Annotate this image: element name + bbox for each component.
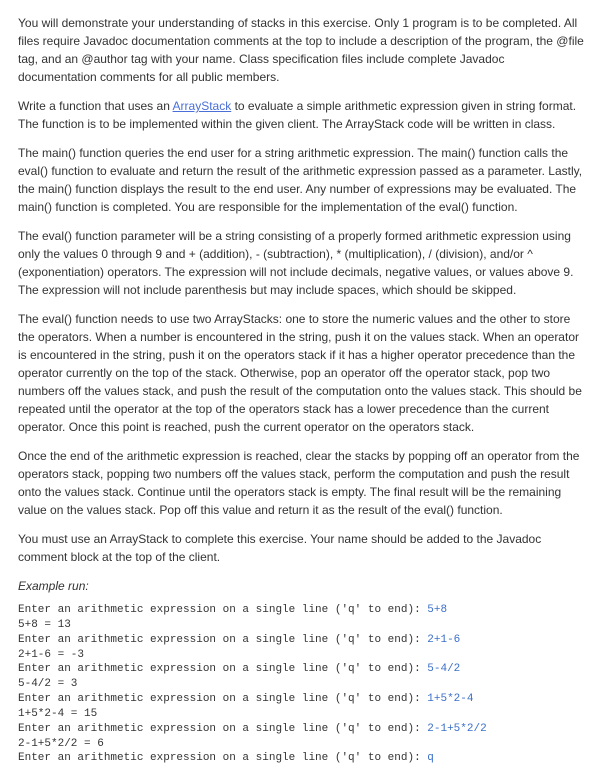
paragraph-end-expression: Once the end of the arithmetic expressio… — [18, 447, 584, 519]
prompt-line: Enter an arithmetic expression on a sing… — [18, 604, 427, 616]
paragraph-main-function: The main() function queries the end user… — [18, 144, 584, 216]
prompt-line: Enter an arithmetic expression on a sing… — [18, 663, 427, 675]
user-input: 5-4/2 — [427, 663, 460, 675]
prompt-line: Enter an arithmetic expression on a sing… — [18, 723, 427, 735]
user-input: q — [427, 752, 434, 764]
result-line: 5-4/2 = 3 — [18, 678, 77, 690]
example-run-output: Enter an arithmetic expression on a sing… — [18, 603, 584, 766]
example-run-label: Example run: — [18, 577, 584, 595]
arraystack-link[interactable]: ArrayStack — [173, 99, 232, 113]
result-line: 2+1-6 = -3 — [18, 649, 84, 661]
paragraph-write-function: Write a function that uses an ArrayStack… — [18, 97, 584, 133]
paragraph-must-use: You must use an ArrayStack to complete t… — [18, 530, 584, 566]
result-line: 1+5*2-4 = 15 — [18, 708, 97, 720]
user-input: 5+8 — [427, 604, 447, 616]
paragraph-eval-stacks: The eval() function needs to use two Arr… — [18, 310, 584, 436]
paragraph-eval-parameter: The eval() function parameter will be a … — [18, 227, 584, 299]
paragraph-intro: You will demonstrate your understanding … — [18, 14, 584, 86]
user-input: 1+5*2-4 — [427, 693, 473, 705]
prompt-line: Enter an arithmetic expression on a sing… — [18, 752, 427, 764]
user-input: 2-1+5*2/2 — [427, 723, 486, 735]
prompt-line: Enter an arithmetic expression on a sing… — [18, 693, 427, 705]
result-line: 5+8 = 13 — [18, 619, 71, 631]
result-line: 2-1+5*2/2 = 6 — [18, 738, 104, 750]
text-before-link: Write a function that uses an — [18, 99, 173, 113]
